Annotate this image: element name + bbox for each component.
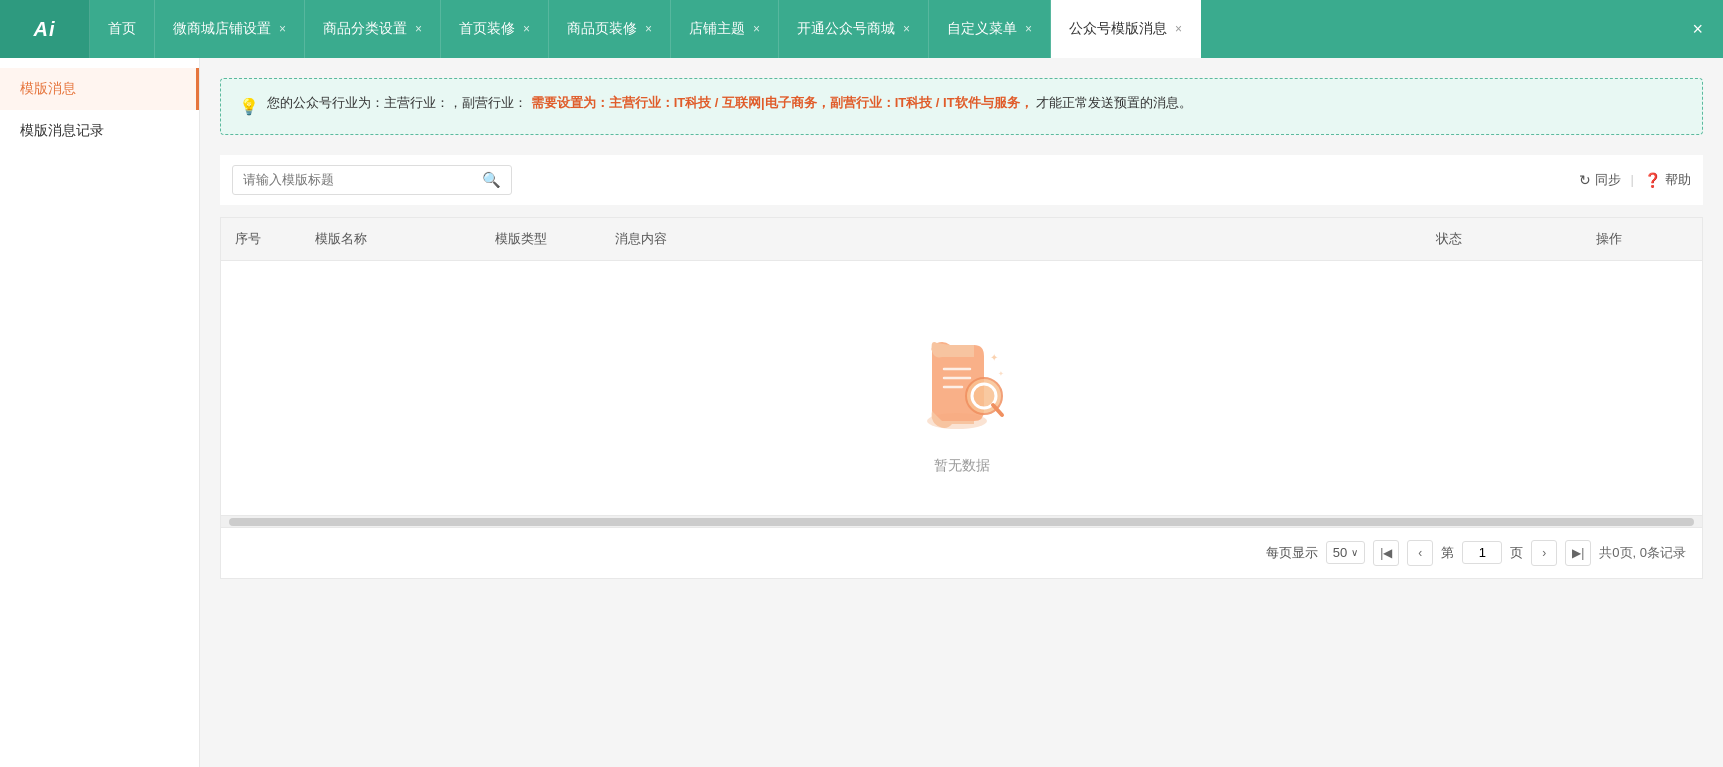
tab-category-close[interactable]: × — [415, 22, 422, 36]
empty-text: 暂无数据 — [934, 457, 990, 475]
page-number-input[interactable] — [1462, 541, 1502, 564]
total-info: 共0页, 0条记录 — [1599, 544, 1686, 562]
prev-page-button[interactable]: ‹ — [1407, 540, 1433, 566]
notice-highlight: 需要设置为：主营行业：IT科技 / 互联网|电子商务，副营行业：IT科技 / I… — [531, 95, 1033, 110]
sync-icon: ↻ — [1579, 172, 1591, 188]
toolbar-row: 🔍 ↻ 同步 | ❓ 帮助 — [220, 155, 1703, 205]
empty-state: ✦ ✦ 暂无数据 — [221, 261, 1702, 515]
tab-shop-theme-close[interactable]: × — [753, 22, 760, 36]
tab-shop-settings[interactable]: 微商城店铺设置 × — [155, 0, 305, 58]
tab-product-decor-close[interactable]: × — [645, 22, 652, 36]
global-close-icon: × — [1692, 19, 1703, 40]
tab-template-msg[interactable]: 公众号模版消息 × — [1051, 0, 1201, 58]
last-page-icon: ▶| — [1572, 546, 1584, 560]
help-icon: ❓ — [1644, 172, 1661, 188]
tab-custom-menu-close[interactable]: × — [1025, 22, 1032, 36]
help-label: 帮助 — [1665, 171, 1691, 189]
notice-text: 您的公众号行业为：主营行业：，副营行业： 需要设置为：主营行业：IT科技 / 互… — [267, 93, 1192, 114]
logo-tab[interactable]: Ai — [0, 0, 90, 58]
prev-page-icon: ‹ — [1418, 546, 1422, 560]
th-type: 模版类型 — [481, 218, 601, 260]
toolbar-divider: | — [1631, 172, 1634, 187]
tab-custom-menu-label: 自定义菜单 — [947, 20, 1017, 38]
sidebar-item-template-msg-label: 模版消息 — [20, 80, 76, 96]
tab-template-msg-close[interactable]: × — [1175, 22, 1182, 36]
th-status: 状态 — [1422, 218, 1582, 260]
tab-template-msg-label: 公众号模版消息 — [1069, 20, 1167, 38]
sidebar-item-template-msg[interactable]: 模版消息 — [0, 68, 199, 110]
th-content: 消息内容 — [601, 218, 1422, 260]
page-size-value: 50 — [1333, 545, 1347, 560]
sync-label: 同步 — [1595, 171, 1621, 189]
scrollbar-thumb[interactable] — [229, 518, 1694, 526]
sidebar: 模版消息 模版消息记录 — [0, 58, 200, 767]
notice-box: 💡 您的公众号行业为：主营行业：，副营行业： 需要设置为：主营行业：IT科技 /… — [220, 78, 1703, 135]
tab-wechat-mall[interactable]: 开通公众号商城 × — [779, 0, 929, 58]
pagination-bar: 每页显示 50 ∨ |◀ ‹ 第 页 › — [221, 527, 1702, 578]
next-page-button[interactable]: › — [1531, 540, 1557, 566]
tab-home-decor[interactable]: 首页装修 × — [441, 0, 549, 58]
tab-shop-settings-close[interactable]: × — [279, 22, 286, 36]
next-page-icon: › — [1542, 546, 1546, 560]
first-page-icon: |◀ — [1380, 546, 1392, 560]
tab-category-label: 商品分类设置 — [323, 20, 407, 38]
main-layout: 模版消息 模版消息记录 💡 您的公众号行业为：主营行业：，副营行业： 需要设置为… — [0, 58, 1723, 767]
th-action: 操作 — [1582, 218, 1702, 260]
tab-home[interactable]: 首页 — [90, 0, 155, 58]
search-button[interactable]: 🔍 — [482, 171, 501, 189]
table-container: 序号 模版名称 模版类型 消息内容 状态 操作 — [220, 217, 1703, 579]
sidebar-item-template-history[interactable]: 模版消息记录 — [0, 110, 199, 152]
tab-wechat-mall-label: 开通公众号商城 — [797, 20, 895, 38]
top-tabbar: Ai 首页 微商城店铺设置 × 商品分类设置 × 首页装修 × 商品页装修 × … — [0, 0, 1723, 58]
tab-home-decor-close[interactable]: × — [523, 22, 530, 36]
page-di-label: 第 — [1441, 544, 1454, 562]
page-size-label: 每页显示 — [1266, 544, 1318, 562]
search-icon: 🔍 — [482, 171, 501, 188]
empty-illustration: ✦ ✦ — [902, 321, 1022, 441]
tab-category-settings[interactable]: 商品分类设置 × — [305, 0, 441, 58]
th-name: 模版名称 — [301, 218, 481, 260]
notice-icon: 💡 — [239, 94, 259, 120]
tab-custom-menu[interactable]: 自定义菜单 × — [929, 0, 1051, 58]
table-header: 序号 模版名称 模版类型 消息内容 状态 操作 — [221, 218, 1702, 261]
th-index: 序号 — [221, 218, 301, 260]
global-close-button[interactable]: × — [1672, 0, 1723, 58]
tab-home-label: 首页 — [108, 20, 136, 38]
tab-home-decor-label: 首页装修 — [459, 20, 515, 38]
svg-text:✦: ✦ — [998, 370, 1004, 377]
search-area: 🔍 — [232, 165, 512, 195]
main-content: 💡 您的公众号行业为：主营行业：，副营行业： 需要设置为：主营行业：IT科技 /… — [200, 58, 1723, 767]
sidebar-item-template-history-label: 模版消息记录 — [20, 122, 104, 138]
tab-wechat-mall-close[interactable]: × — [903, 22, 910, 36]
tab-product-decor[interactable]: 商品页装修 × — [549, 0, 671, 58]
tab-shop-theme[interactable]: 店铺主题 × — [671, 0, 779, 58]
toolbar-right: ↻ 同步 | ❓ 帮助 — [1579, 171, 1691, 189]
scrollbar-area[interactable] — [221, 515, 1702, 527]
tab-product-decor-label: 商品页装修 — [567, 20, 637, 38]
logo-text: Ai — [34, 18, 56, 41]
first-page-button[interactable]: |◀ — [1373, 540, 1399, 566]
tab-shop-theme-label: 店铺主题 — [689, 20, 745, 38]
last-page-button[interactable]: ▶| — [1565, 540, 1591, 566]
tab-shop-settings-label: 微商城店铺设置 — [173, 20, 271, 38]
page-ye-label: 页 — [1510, 544, 1523, 562]
page-size-chevron-icon: ∨ — [1351, 547, 1358, 558]
search-input[interactable] — [243, 172, 482, 187]
help-button[interactable]: ❓ 帮助 — [1644, 171, 1691, 189]
svg-text:✦: ✦ — [990, 352, 998, 363]
page-size-select[interactable]: 50 ∨ — [1326, 541, 1365, 564]
sync-button[interactable]: ↻ 同步 — [1579, 171, 1621, 189]
